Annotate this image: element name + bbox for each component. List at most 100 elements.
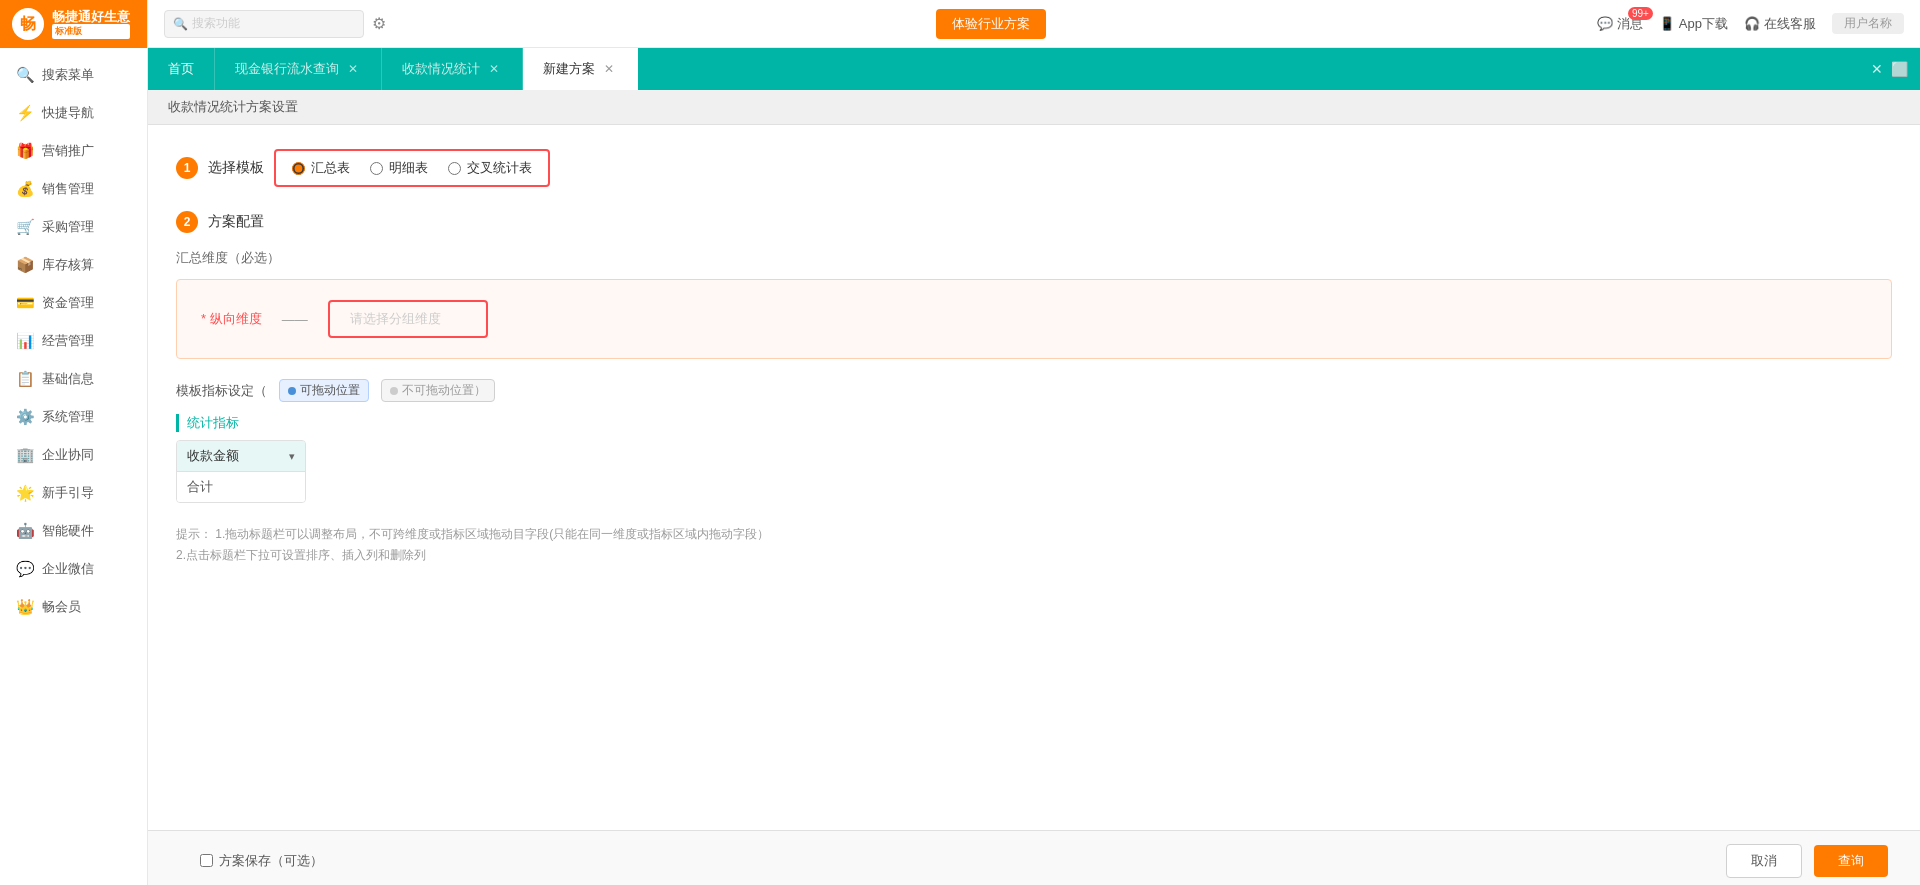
tab-receipt-stat[interactable]: 收款情况统计 ✕ bbox=[382, 48, 523, 90]
tab-maximize-icon[interactable]: ⬜ bbox=[1891, 61, 1908, 77]
dim-select-box[interactable]: 请选择分组维度 bbox=[328, 300, 488, 338]
radio-detail[interactable]: 明细表 bbox=[370, 159, 428, 177]
search-bar[interactable]: 🔍 搜索功能 bbox=[164, 10, 364, 38]
sidebar-item-member-label: 畅会员 bbox=[42, 598, 81, 616]
metric-col-header: 收款金额 bbox=[187, 447, 239, 465]
download-icon: 📱 bbox=[1659, 16, 1675, 31]
tab-close-all-icon[interactable]: ✕ bbox=[1871, 61, 1883, 77]
radio-detail-input[interactable] bbox=[370, 162, 383, 175]
sidebar-item-search[interactable]: 🔍 搜索菜单 bbox=[0, 56, 147, 94]
vertical-dim-label: * 纵向维度 bbox=[201, 310, 262, 328]
step2-section: 2 方案配置 汇总维度（必选） * 纵向维度 —— 请选择分组维度 bbox=[176, 211, 1892, 564]
finance-icon: 💳 bbox=[16, 294, 34, 312]
message-icon: 💬 bbox=[1597, 16, 1613, 31]
tip-1: 提示： 1.拖动标题栏可以调整布局，不可跨维度或指标区域拖动目字段(只能在同一维… bbox=[176, 526, 1892, 543]
sidebar-item-system[interactable]: ⚙️ 系统管理 bbox=[0, 398, 147, 436]
sidebar-item-purchase[interactable]: 🛒 采购管理 bbox=[0, 208, 147, 246]
sidebar-item-member[interactable]: 👑 畅会员 bbox=[0, 588, 147, 626]
tab-home[interactable]: 首页 bbox=[148, 48, 215, 90]
sidebar-item-enterprise[interactable]: 🏢 企业协同 bbox=[0, 436, 147, 474]
arrow-icon: —— bbox=[282, 312, 308, 327]
tab-home-label: 首页 bbox=[168, 60, 194, 78]
metrics-section: 模板指标设定（ 可拖动位置 不可拖动位置） 统计指标 bbox=[176, 379, 1892, 506]
content-area: 收款情况统计方案设置 1 选择模板 汇总表 明细表 bbox=[148, 90, 1920, 885]
app-download-button[interactable]: 📱 App下载 bbox=[1659, 15, 1728, 33]
sidebar-item-sales-label: 销售管理 bbox=[42, 180, 94, 198]
metric-header[interactable]: 收款金额 ▾ bbox=[177, 441, 305, 472]
non-draggable-dot bbox=[390, 387, 398, 395]
radio-cross-input[interactable] bbox=[448, 162, 461, 175]
radio-cross-label[interactable]: 交叉统计表 bbox=[467, 159, 532, 177]
search-placeholder: 搜索功能 bbox=[192, 15, 240, 32]
tab-new-plan-close[interactable]: ✕ bbox=[601, 61, 617, 77]
sidebar-item-finance[interactable]: 💳 资金管理 bbox=[0, 284, 147, 322]
metrics-header: 模板指标设定（ 可拖动位置 不可拖动位置） bbox=[176, 379, 1892, 402]
save-option: 方案保存（可选） bbox=[180, 852, 1714, 870]
radio-summary-label[interactable]: 汇总表 bbox=[311, 159, 350, 177]
step2-number: 2 bbox=[176, 211, 198, 233]
tab-new-plan-label: 新建方案 bbox=[543, 60, 595, 78]
dim-select-placeholder: 请选择分组维度 bbox=[350, 310, 441, 328]
notification-button[interactable]: 💬 消息 99+ bbox=[1597, 15, 1643, 33]
tab-receipt-stat-close[interactable]: ✕ bbox=[486, 61, 502, 77]
sidebar-item-system-label: 系统管理 bbox=[42, 408, 94, 426]
sidebar-item-management[interactable]: 📊 经营管理 bbox=[0, 322, 147, 360]
sidebar-item-purchase-label: 采购管理 bbox=[42, 218, 94, 236]
sidebar-item-wechat-label: 企业微信 bbox=[42, 560, 94, 578]
sidebar-item-management-label: 经营管理 bbox=[42, 332, 94, 350]
sidebar-item-search-label: 搜索菜单 bbox=[42, 66, 94, 84]
sidebar-item-guide[interactable]: 🌟 新手引导 bbox=[0, 474, 147, 512]
step1-header: 1 选择模板 汇总表 明细表 交叉统计表 bbox=[176, 149, 1892, 187]
radio-detail-label[interactable]: 明细表 bbox=[389, 159, 428, 177]
logo-name: 畅捷通好生意 bbox=[52, 9, 130, 25]
step2-title: 方案配置 bbox=[208, 213, 264, 231]
radio-summary-input[interactable] bbox=[292, 162, 305, 175]
save-checkbox[interactable] bbox=[200, 854, 213, 867]
logo-badge: 标准版 bbox=[52, 24, 130, 39]
gear-icon[interactable]: ⚙ bbox=[372, 14, 386, 33]
sidebar-item-quick-nav[interactable]: ⚡ 快捷导航 bbox=[0, 94, 147, 132]
support-button[interactable]: 🎧 在线客服 bbox=[1744, 15, 1816, 33]
logo-icon: 畅 bbox=[12, 8, 44, 40]
metric-body: 合计 bbox=[177, 472, 305, 502]
system-icon: ⚙️ bbox=[16, 408, 34, 426]
tab-new-plan[interactable]: 新建方案 ✕ bbox=[523, 48, 638, 90]
chevron-down-icon[interactable]: ▾ bbox=[289, 450, 295, 463]
radio-cross[interactable]: 交叉统计表 bbox=[448, 159, 532, 177]
tab-bank-flow[interactable]: 现金银行流水查询 ✕ bbox=[215, 48, 382, 90]
sidebar-item-basic-info[interactable]: 📋 基础信息 bbox=[0, 360, 147, 398]
header-right: 💬 消息 99+ 📱 App下载 🎧 在线客服 用户名称 bbox=[1597, 13, 1904, 34]
guide-icon: 🌟 bbox=[16, 484, 34, 502]
sidebar-item-enterprise-label: 企业协同 bbox=[42, 446, 94, 464]
sidebar-item-guide-label: 新手引导 bbox=[42, 484, 94, 502]
sidebar-item-inventory[interactable]: 📦 库存核算 bbox=[0, 246, 147, 284]
metric-table: 收款金额 ▾ 合计 bbox=[176, 440, 306, 503]
query-button[interactable]: 查询 bbox=[1814, 845, 1888, 877]
draggable-dot bbox=[288, 387, 296, 395]
header-center: 体验行业方案 bbox=[936, 9, 1046, 39]
radio-summary[interactable]: 汇总表 bbox=[292, 159, 350, 177]
sidebar-item-smart-hw[interactable]: 🤖 智能硬件 bbox=[0, 512, 147, 550]
support-label: 在线客服 bbox=[1764, 15, 1816, 33]
header-left: 🔍 搜索功能 ⚙ bbox=[164, 10, 386, 38]
sidebar-nav: 🔍 搜索菜单 ⚡ 快捷导航 🎁 营销推广 💰 销售管理 🛒 采购管理 📦 库存核… bbox=[0, 48, 147, 885]
sidebar-item-sales[interactable]: 💰 销售管理 bbox=[0, 170, 147, 208]
download-label: App下载 bbox=[1679, 15, 1728, 33]
step1-title: 选择模板 bbox=[208, 159, 264, 177]
search-icon: 🔍 bbox=[173, 17, 188, 31]
sidebar-item-wechat[interactable]: 💬 企业微信 bbox=[0, 550, 147, 588]
step1-number: 1 bbox=[176, 157, 198, 179]
trial-button[interactable]: 体验行业方案 bbox=[936, 9, 1046, 39]
stat-label: 统计指标 bbox=[176, 414, 1892, 432]
sidebar-item-smart-hw-label: 智能硬件 bbox=[42, 522, 94, 540]
sidebar-item-marketing[interactable]: 🎁 营销推广 bbox=[0, 132, 147, 170]
marketing-icon: 🎁 bbox=[16, 142, 34, 160]
tab-bank-flow-close[interactable]: ✕ bbox=[345, 61, 361, 77]
save-checkbox-label: 方案保存（可选） bbox=[219, 852, 323, 870]
form-container: 1 选择模板 汇总表 明细表 交叉统计表 bbox=[148, 125, 1920, 830]
footer-bar: 方案保存（可选） 取消 查询 bbox=[148, 830, 1920, 885]
metric-col-sub: 合计 bbox=[187, 479, 213, 494]
member-icon: 👑 bbox=[16, 598, 34, 616]
tips-section: 提示： 1.拖动标题栏可以调整布局，不可跨维度或指标区域拖动目字段(只能在同一维… bbox=[176, 526, 1892, 564]
cancel-button[interactable]: 取消 bbox=[1726, 844, 1802, 878]
